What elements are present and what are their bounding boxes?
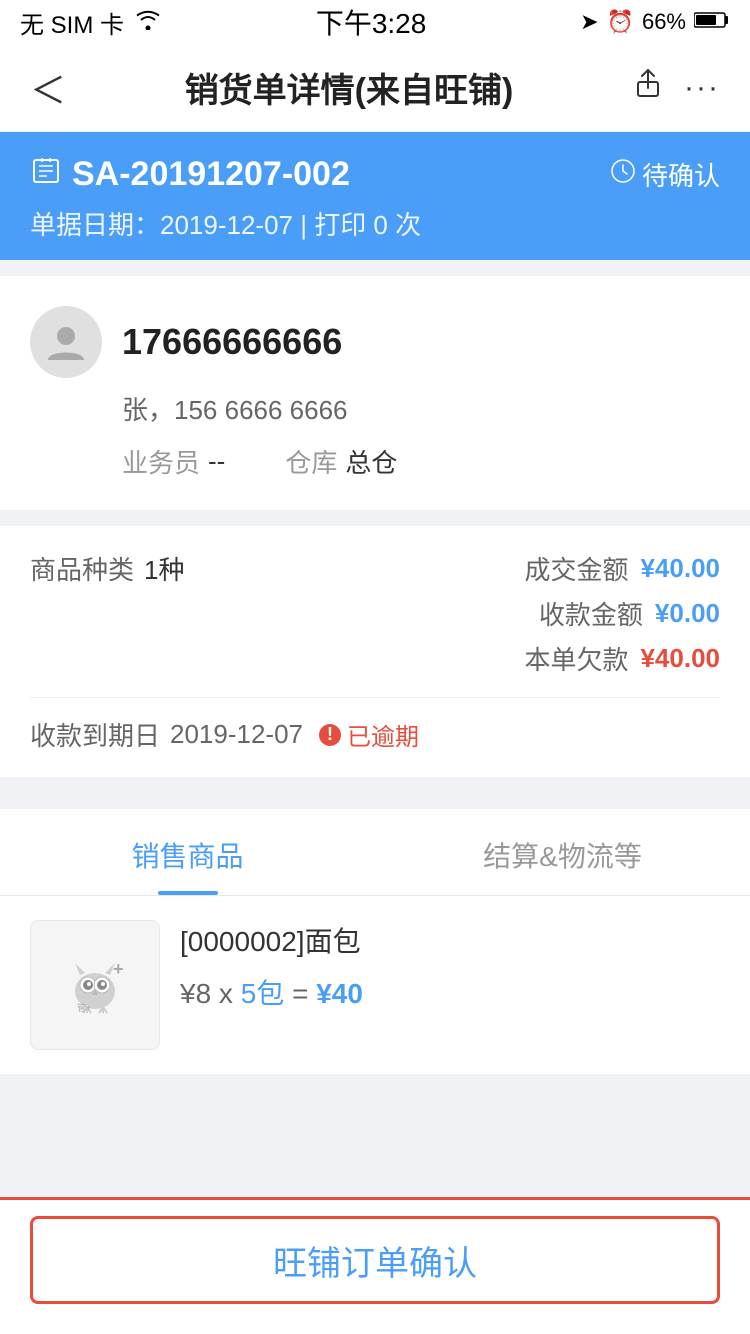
- due-date-label: 收款到期日: [30, 716, 160, 753]
- svg-text:+: +: [113, 959, 124, 979]
- customer-meta: 业务员 -- 仓库 总仓: [122, 443, 720, 480]
- product-total: ¥40: [316, 978, 363, 1009]
- product-price-row: ¥8 x 5包 = ¥40: [180, 972, 720, 1012]
- salesperson-label: 业务员: [122, 443, 200, 480]
- tab-settlement[interactable]: 结算&物流等: [375, 809, 750, 895]
- battery-icon: [694, 9, 730, 35]
- no-sim-text: 无 SIM 卡: [20, 5, 124, 40]
- product-type-label: 商品种类: [30, 550, 134, 587]
- status-bar: 无 SIM 卡 下午3:28 ➤ ⏰ 66%: [0, 0, 750, 44]
- order-date: 单据日期：2019-12-07 | 打印 0 次: [30, 205, 720, 242]
- owed-value: ¥40.00: [640, 643, 720, 674]
- order-status: 待确认: [610, 156, 720, 193]
- customer-name: 张，156 6666 6666: [122, 390, 720, 427]
- order-icon: [30, 154, 62, 195]
- owed-item: 本单欠款 ¥40.00: [524, 640, 720, 677]
- product-qty-value: 5包: [241, 978, 285, 1009]
- warehouse-item: 仓库 总仓: [285, 443, 397, 480]
- collected-label: 收款金额: [539, 595, 643, 632]
- amounts-group: 成交金额 ¥40.00 收款金额 ¥0.00 本单欠款 ¥40.00: [524, 550, 720, 677]
- collected-value: ¥0.00: [655, 598, 720, 629]
- nav-bar: ＜ 销货单详情(来自旺铺) ···: [0, 44, 750, 132]
- salesperson-item: 业务员 --: [122, 443, 225, 480]
- tabs-header: 销售商品 结算&物流等: [0, 809, 750, 896]
- tab-sales-products[interactable]: 销售商品: [0, 809, 375, 895]
- product-type-group: 商品种类 1种: [30, 550, 184, 587]
- battery-text: 66%: [642, 9, 686, 35]
- confirm-order-button[interactable]: 旺铺订单确认: [30, 1216, 720, 1304]
- customer-section: 17666666666 张，156 6666 6666 业务员 -- 仓库 总仓: [0, 276, 750, 510]
- product-list: + 管+ [0000002]面包 ¥8 x 5包 = ¥40: [0, 896, 750, 1074]
- status-left: 无 SIM 卡: [20, 5, 162, 40]
- order-id: SA-20191207-002: [30, 154, 350, 195]
- status-text: 待确认: [642, 156, 720, 193]
- divider-2: [0, 777, 750, 793]
- collected-item: 收款金额 ¥0.00: [539, 595, 720, 632]
- back-button[interactable]: ＜: [30, 62, 66, 114]
- price-prefix: ¥8 x: [180, 978, 233, 1009]
- confirm-btn-wrap: 旺铺订单确认: [0, 1197, 750, 1334]
- more-button[interactable]: ···: [684, 71, 720, 105]
- wifi-icon: [134, 8, 162, 37]
- overdue-text: 已逾期: [347, 717, 419, 752]
- svg-text:管+: 管+: [77, 1002, 91, 1013]
- divider-1: [0, 510, 750, 526]
- share-button[interactable]: [632, 68, 664, 108]
- product-item: + 管+ [0000002]面包 ¥8 x 5包 = ¥40: [30, 920, 720, 1050]
- overdue-dot-icon: !: [319, 724, 341, 746]
- summary-section: 商品种类 1种 成交金额 ¥40.00 收款金额 ¥0.00 本单欠款 ¥40.…: [0, 526, 750, 777]
- page-title: 销货单详情(来自旺铺): [185, 63, 514, 112]
- warehouse-label: 仓库: [285, 443, 337, 480]
- clock-icon: [610, 158, 636, 191]
- nav-actions: ···: [632, 68, 720, 108]
- deal-amount-value: ¥40.00: [640, 553, 720, 584]
- deal-amount-item: 成交金额 ¥40.00: [524, 550, 720, 587]
- overdue-badge: ! 已逾期: [319, 717, 419, 752]
- due-date-value: 2019-12-07: [170, 719, 303, 750]
- owed-label: 本单欠款: [524, 640, 628, 677]
- product-type-value: 1种: [144, 550, 184, 587]
- customer-phone: 17666666666: [122, 321, 342, 363]
- product-name: [0000002]面包: [180, 920, 720, 960]
- customer-avatar: [30, 306, 102, 378]
- product-info: [0000002]面包 ¥8 x 5包 = ¥40: [180, 920, 720, 1050]
- status-right: ➤ ⏰ 66%: [580, 9, 730, 35]
- location-icon: ➤: [580, 9, 598, 35]
- due-date-section: 收款到期日 2019-12-07 ! 已逾期: [30, 697, 720, 753]
- status-time: 下午3:28: [316, 2, 427, 42]
- alarm-icon: ⏰: [607, 9, 634, 35]
- tabs-section: 销售商品 结算&物流等: [0, 809, 750, 1074]
- deal-amount-label: 成交金额: [524, 550, 628, 587]
- warehouse-value: 总仓: [345, 443, 397, 480]
- product-thumbnail: + 管+: [30, 920, 160, 1050]
- salesperson-value: --: [208, 446, 225, 477]
- equals-sign: =: [292, 978, 316, 1009]
- order-header: SA-20191207-002 待确认 单据日期：2019-12-07 | 打印…: [0, 132, 750, 260]
